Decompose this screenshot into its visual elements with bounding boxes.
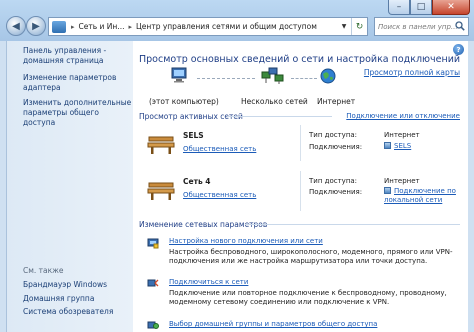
network-adapter-icon — [384, 187, 391, 194]
search-icon[interactable] — [455, 21, 465, 31]
sidebar-item-sharing[interactable]: Изменить дополнительные параметры общего… — [23, 98, 133, 128]
main-content: ? Просмотр основных сведений о сети и на… — [133, 41, 468, 332]
bench-icon — [147, 136, 175, 154]
bench-icon — [147, 182, 175, 200]
connect-disconnect-link[interactable]: Подключение или отключение — [346, 112, 460, 120]
page-title: Просмотр основных сведений о сети и наст… — [139, 54, 461, 65]
minimize-button[interactable]: – — [388, 0, 410, 15]
forward-button[interactable]: ▶ — [26, 16, 46, 36]
computer-icon — [171, 67, 187, 83]
network-type-link[interactable]: Общественная сеть — [183, 145, 256, 153]
back-button[interactable]: ◀ — [6, 16, 26, 36]
connection-link[interactable]: SELS — [384, 142, 411, 151]
window-titlebar: – □ ✕ ◀ ▶ ▸ Сеть и Ин... ▸ Центр управле… — [0, 0, 474, 41]
homegroup-sharing-link[interactable]: Выбор домашней группы и параметров общег… — [169, 320, 377, 328]
sidebar-item-firewall[interactable]: Брандмауэр Windows — [23, 280, 107, 290]
node-label-internet: Интернет — [317, 97, 356, 106]
search-placeholder: Поиск в панели упр... — [378, 22, 458, 31]
refresh-icon[interactable]: ↻ — [351, 18, 367, 35]
arrow-left-icon: ◀ — [12, 20, 20, 32]
full-map-link[interactable]: Просмотр полной карты — [364, 68, 460, 77]
connection-link[interactable]: Подключение по локальной сети — [384, 187, 468, 205]
setup-connection-description: Настройка беспроводного, широкополосного… — [169, 248, 453, 265]
section-divider — [227, 116, 332, 117]
see-also-heading: См. также — [23, 266, 64, 275]
arrow-right-icon: ▶ — [32, 20, 40, 32]
access-type-value: Интернет — [384, 177, 420, 185]
connection-line — [197, 78, 255, 79]
connect-to-network-description: Подключение или повторное подключение к … — [169, 289, 447, 306]
globe-icon — [320, 68, 336, 84]
sidebar: Панель управления - домашняя страница Из… — [6, 41, 133, 332]
search-input[interactable]: Поиск в панели упр... — [374, 17, 469, 36]
node-label-computer: (этот компьютер) — [149, 97, 219, 106]
network-type-link[interactable]: Общественная сеть — [183, 191, 256, 199]
homegroup-icon — [147, 321, 159, 329]
address-bar[interactable]: ▸ Сеть и Ин... ▸ Центр управления сетями… — [48, 17, 368, 36]
breadcrumb-network-center[interactable]: Центр управления сетями и общим доступом — [134, 22, 319, 31]
network-name: SELS — [183, 131, 204, 140]
node-label-networks: Несколько сетей — [241, 97, 308, 106]
connect-to-network-link[interactable]: Подключиться к сети — [169, 278, 248, 286]
network-adapter-icon — [384, 142, 391, 149]
access-type-value: Интернет — [384, 131, 420, 139]
column-divider — [300, 125, 301, 161]
access-type-label: Тип доступа: — [309, 131, 358, 139]
access-type-label: Тип доступа: — [309, 177, 358, 185]
sidebar-item-homegroup[interactable]: Домашняя группа — [23, 294, 94, 304]
window-buttons: – □ ✕ — [388, 0, 470, 15]
connection-line — [291, 78, 317, 79]
breadcrumb-separator: ▸ — [128, 22, 132, 31]
setup-connection-link[interactable]: Настройка нового подключения или сети — [169, 237, 323, 245]
network-name: Сеть 4 — [183, 177, 211, 186]
maximize-button[interactable]: □ — [410, 0, 432, 15]
multiple-networks-icon — [261, 67, 284, 84]
connection-name: SELS — [394, 142, 412, 150]
control-panel-icon — [52, 20, 66, 33]
sidebar-item-adapter[interactable]: Изменение параметров адаптера — [23, 73, 128, 93]
close-button[interactable]: ✕ — [432, 0, 470, 15]
breadcrumb-separator: ▸ — [71, 22, 75, 31]
sidebar-item-home[interactable]: Панель управления - домашняя страница — [23, 46, 128, 66]
breadcrumb-network[interactable]: Сеть и Ин... — [77, 22, 127, 31]
chevron-down-icon[interactable]: ▼ — [338, 18, 350, 35]
column-divider — [300, 171, 301, 211]
connections-label: Подключения: — [309, 188, 363, 196]
connections-label: Подключения: — [309, 143, 363, 151]
connection-name: Подключение по локальной сети — [384, 187, 456, 204]
connect-network-icon — [147, 279, 159, 287]
section-divider — [245, 224, 460, 225]
new-connection-icon — [147, 238, 159, 249]
sidebar-item-browser[interactable]: Система обозревателя — [23, 307, 113, 317]
